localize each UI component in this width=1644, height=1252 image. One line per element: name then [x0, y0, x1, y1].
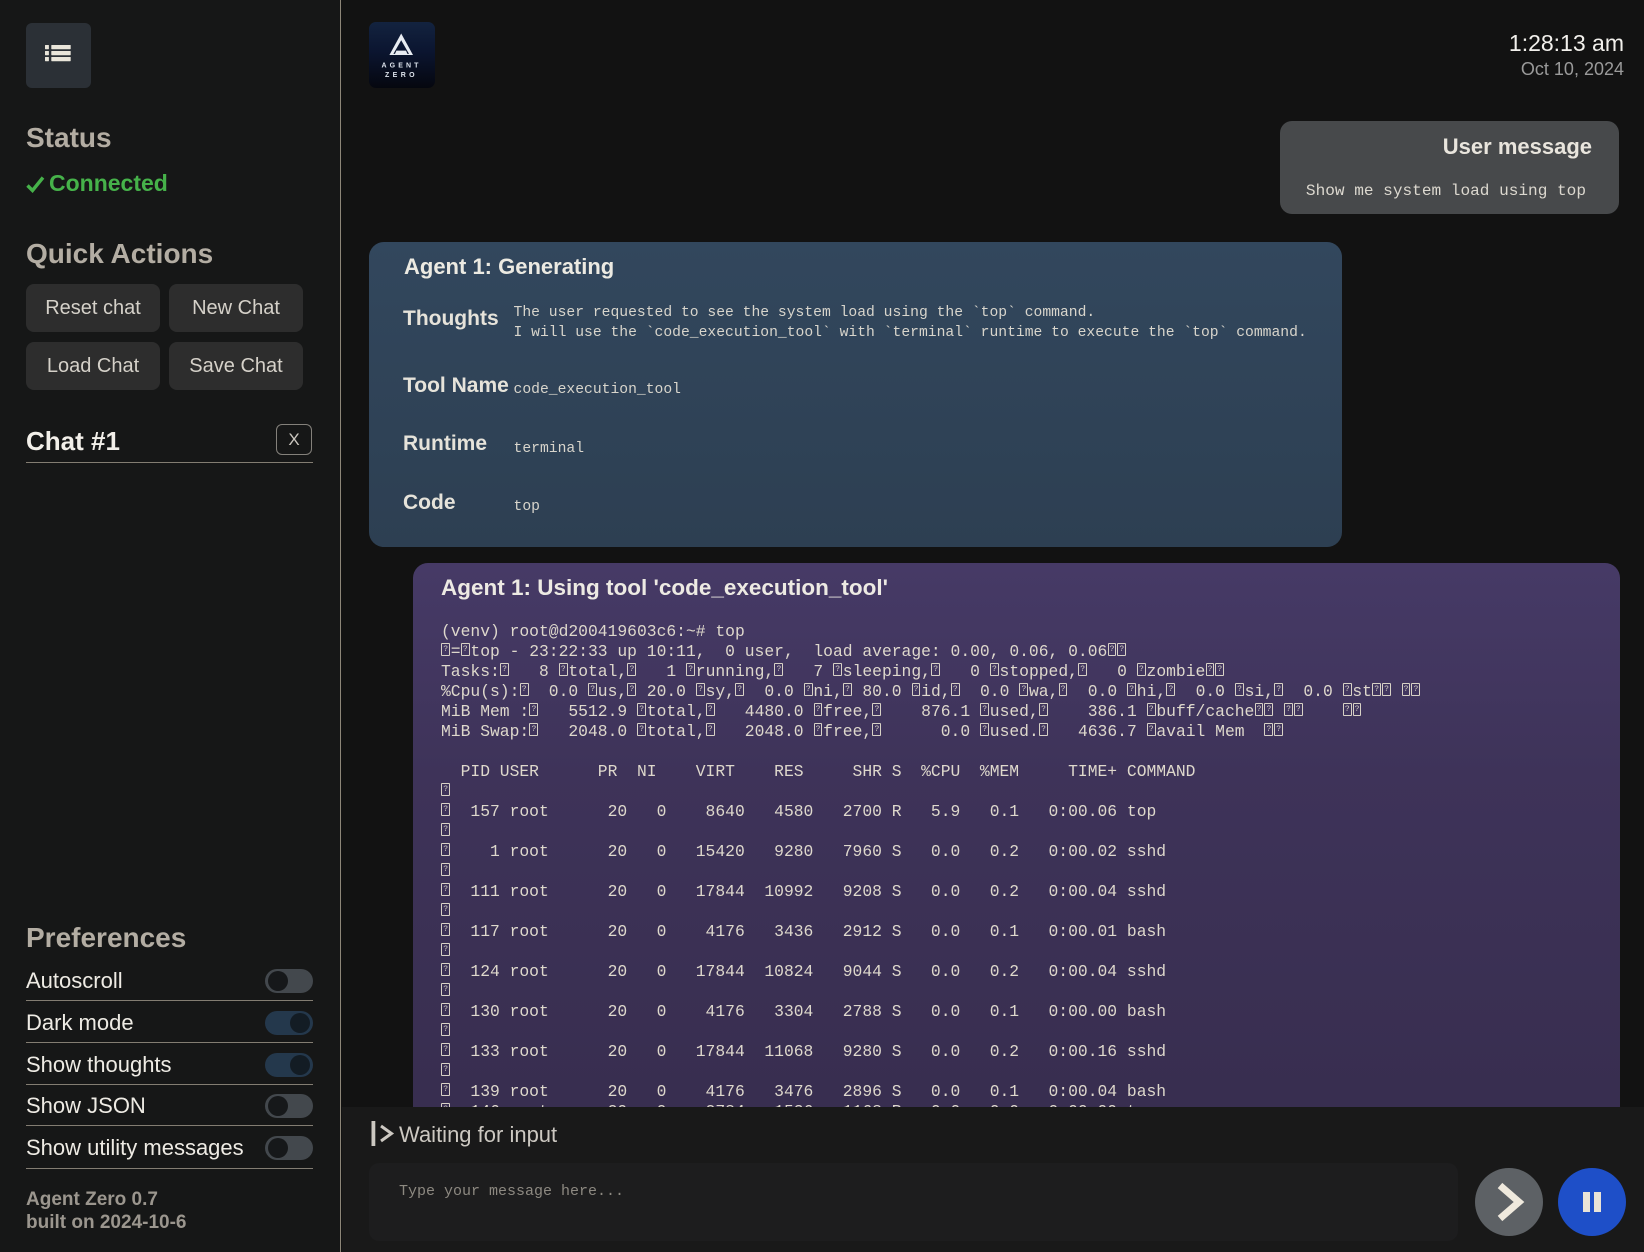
svg-text:ZERO: ZERO	[385, 72, 418, 79]
svg-text:AGENT: AGENT	[382, 63, 422, 70]
